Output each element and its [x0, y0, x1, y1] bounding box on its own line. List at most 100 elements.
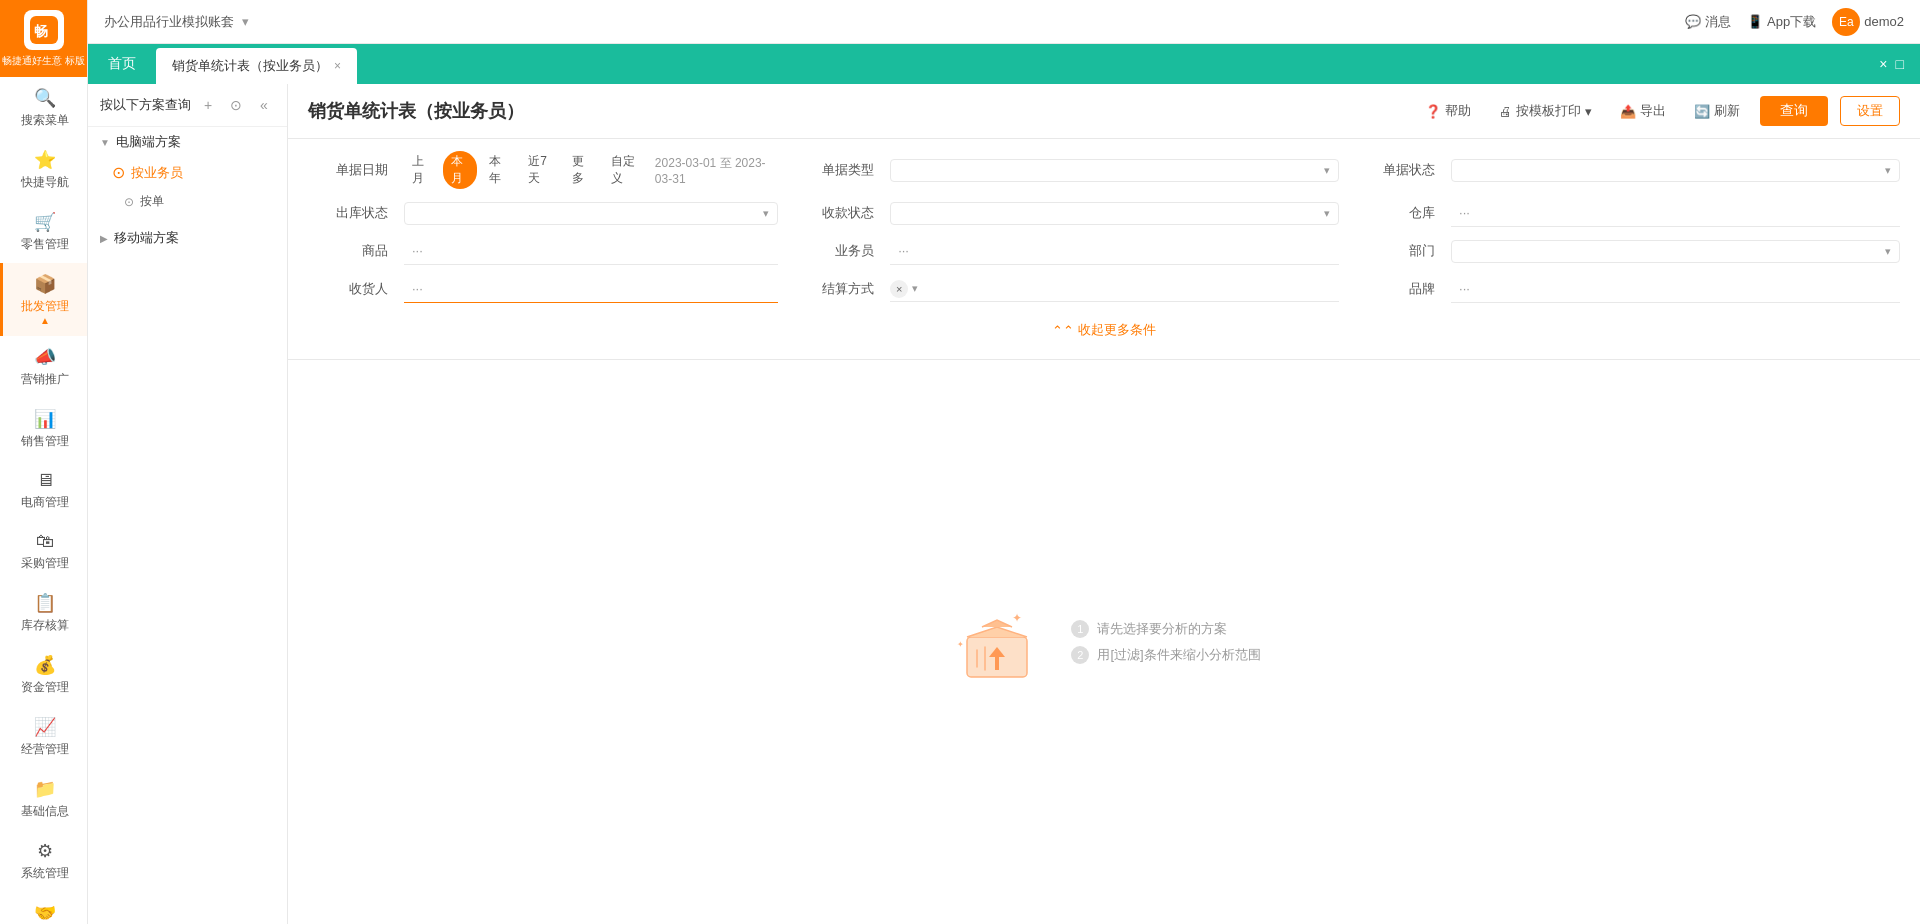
desktop-section-label: 电脑端方案: [116, 133, 181, 151]
user-avatar: Ea: [1832, 8, 1860, 36]
tree-item-salesperson[interactable]: ⊙ 按业务员: [88, 157, 287, 188]
sidebar-item-purchase[interactable]: 🛍 采购管理: [0, 521, 87, 582]
brand-field[interactable]: ···: [1451, 275, 1900, 303]
edit-scheme-btn[interactable]: ⊙: [225, 94, 247, 116]
payment-status-control: ▾: [890, 202, 1339, 225]
refresh-icon: 🔄: [1694, 104, 1710, 119]
warehouse-dots: ···: [1451, 201, 1900, 224]
settlement-clear-btn[interactable]: ×: [890, 280, 908, 298]
doc-status-label: 单据状态: [1355, 161, 1435, 179]
sidebar-item-enterprise[interactable]: 🤝 企业协同: [0, 892, 87, 924]
message-btn[interactable]: 💬 消息: [1685, 13, 1731, 31]
tab-bar: 首页 销货单统计表（按业务员） × × □: [88, 44, 1920, 84]
dept-select[interactable]: ▾: [1451, 240, 1900, 263]
print-icon: 🖨: [1499, 104, 1512, 119]
receiver-control: ···: [404, 275, 778, 303]
help-btn[interactable]: ❓ 帮助: [1417, 98, 1479, 124]
app-download-btn[interactable]: 📱 App下载: [1747, 13, 1816, 31]
out-status-label: 出库状态: [308, 204, 388, 222]
sidebar-item-operation[interactable]: 📈 经营管理: [0, 706, 87, 768]
data-area: ✦ ✦ 1 请先选择要分析的方案 2: [288, 360, 1920, 924]
date-control: 上月 本月 本年 近7天 更多 自定义 2023-03-01 至 2023-03…: [404, 151, 778, 189]
help-icon: ❓: [1425, 104, 1441, 119]
tip-number-1: 1: [1071, 620, 1089, 638]
chevron-down-icon5: ▾: [1885, 245, 1891, 258]
doc-status-select[interactable]: ▾: [1451, 159, 1900, 182]
date-btn-thismonth[interactable]: 本月: [443, 151, 478, 189]
sidebar-item-basic[interactable]: 📁 基础信息: [0, 768, 87, 830]
print-btn[interactable]: 🖨 按模板打印 ▾: [1491, 98, 1600, 124]
sidebar-item-search[interactable]: 🔍 搜索菜单: [0, 77, 87, 139]
date-btn-more[interactable]: 更多: [564, 151, 599, 189]
date-btn-7days[interactable]: 近7天: [520, 151, 560, 189]
collapse-up-icon: ⌃⌃: [1052, 323, 1074, 338]
tree-desktop-section[interactable]: ▼ 电脑端方案: [88, 127, 287, 157]
doc-type-select[interactable]: ▾: [890, 159, 1339, 182]
receiver-field[interactable]: ···: [404, 275, 778, 303]
topbar: 办公用品行业模拟账套 ▾ 💬 消息 📱 App下载 Ea demo2: [88, 0, 1920, 44]
filter-row-2: 出库状态 ▾ 收款状态 ▾ 仓库: [308, 199, 1900, 227]
chevron-down-icon2: ▾: [1885, 164, 1891, 177]
folder-icon: 📁: [34, 778, 56, 800]
query-btn[interactable]: 查询: [1760, 96, 1828, 126]
cart-icon: 🛒: [34, 211, 56, 233]
tree-mobile-section[interactable]: ▶ 移动端方案: [88, 223, 287, 253]
tab-home[interactable]: 首页: [88, 44, 156, 84]
handshake-icon: 🤝: [34, 902, 56, 924]
payment-status-select[interactable]: ▾: [890, 202, 1339, 225]
window-maximize-btn[interactable]: □: [1896, 56, 1904, 72]
warehouse-field[interactable]: ···: [1451, 199, 1900, 227]
goods-dots: ···: [404, 239, 778, 262]
date-btn-lastmonth[interactable]: 上月: [404, 151, 439, 189]
tree-collapsed-arrow: ▶: [100, 233, 108, 244]
user-menu[interactable]: Ea demo2: [1832, 8, 1904, 36]
sidebar-item-retail[interactable]: 🛒 零售管理: [0, 201, 87, 263]
chevron-down-icon3: ▾: [763, 207, 769, 220]
sidebar-item-finance[interactable]: 💰 资金管理: [0, 644, 87, 706]
sidebar-item-ecommerce[interactable]: 🖥 电商管理: [0, 460, 87, 521]
date-btn-thisyear[interactable]: 本年: [481, 151, 516, 189]
settings-btn[interactable]: 设置: [1840, 96, 1900, 126]
filter-row-4: 收货人 ··· 结算方式 × ▾ 品牌: [308, 275, 1900, 303]
filter-row-3: 商品 ··· 业务员 ··· 部门: [308, 237, 1900, 265]
export-btn[interactable]: 📤 导出: [1612, 98, 1674, 124]
date-btn-custom[interactable]: 自定义: [603, 151, 647, 189]
tab-close-btn[interactable]: ×: [334, 59, 341, 73]
payment-status-label: 收款状态: [794, 204, 874, 222]
sidebar-item-system[interactable]: ⚙ 系统管理: [0, 830, 87, 892]
window-close-btn[interactable]: ×: [1879, 56, 1887, 72]
salesperson-field[interactable]: ···: [890, 237, 1339, 265]
plus-icon: +: [204, 97, 212, 113]
tab-active[interactable]: 销货单统计表（按业务员） ×: [156, 48, 357, 84]
dropdown-arrow[interactable]: ▾: [242, 14, 249, 29]
settlement-field[interactable]: × ▾: [890, 276, 1339, 302]
goods-field[interactable]: ···: [404, 237, 778, 265]
sidebar-item-sales[interactable]: 📊 销售管理: [0, 398, 87, 460]
tip-number-2: 2: [1071, 646, 1089, 664]
chevron-down-icon4: ▾: [1324, 207, 1330, 220]
receiver-dots: ···: [404, 277, 778, 300]
sidebar-item-marketing[interactable]: 📣 营销推广: [0, 336, 87, 398]
add-scheme-btn[interactable]: +: [197, 94, 219, 116]
date-label: 单据日期: [308, 161, 388, 179]
brand-label: 品牌: [1355, 280, 1435, 298]
empty-illustration: ✦ ✦: [947, 592, 1047, 692]
tree-sub-item-order[interactable]: ⊙ 按单: [88, 188, 287, 215]
tab-spacer: [357, 44, 1863, 84]
logo-icon: 畅: [24, 10, 64, 50]
refresh-btn[interactable]: 🔄 刷新: [1686, 98, 1748, 124]
collapse-panel-btn[interactable]: «: [253, 94, 275, 116]
tab-window-actions: × □: [1863, 44, 1920, 84]
sidebar-item-inventory[interactable]: 📋 库存核算: [0, 582, 87, 644]
goods-label: 商品: [308, 242, 388, 260]
tab-label: 销货单统计表（按业务员）: [172, 57, 328, 75]
doc-type-control: ▾: [890, 159, 1339, 182]
sub-icon: ⊙: [124, 195, 134, 209]
sidebar-item-shortcut[interactable]: ⭐ 快捷导航: [0, 139, 87, 201]
date-shortcuts: 上月 本月 本年 近7天 更多 自定义: [404, 151, 647, 189]
app-logo: 畅 畅捷通好生意 标版: [0, 0, 87, 77]
sidebar-item-wholesale[interactable]: 📦 批发管理 ▲: [0, 263, 87, 336]
out-status-select[interactable]: ▾: [404, 202, 778, 225]
active-item-icon: ⊙: [112, 163, 125, 182]
collapse-btn[interactable]: ⌃⌃ 收起更多条件: [1044, 313, 1164, 347]
